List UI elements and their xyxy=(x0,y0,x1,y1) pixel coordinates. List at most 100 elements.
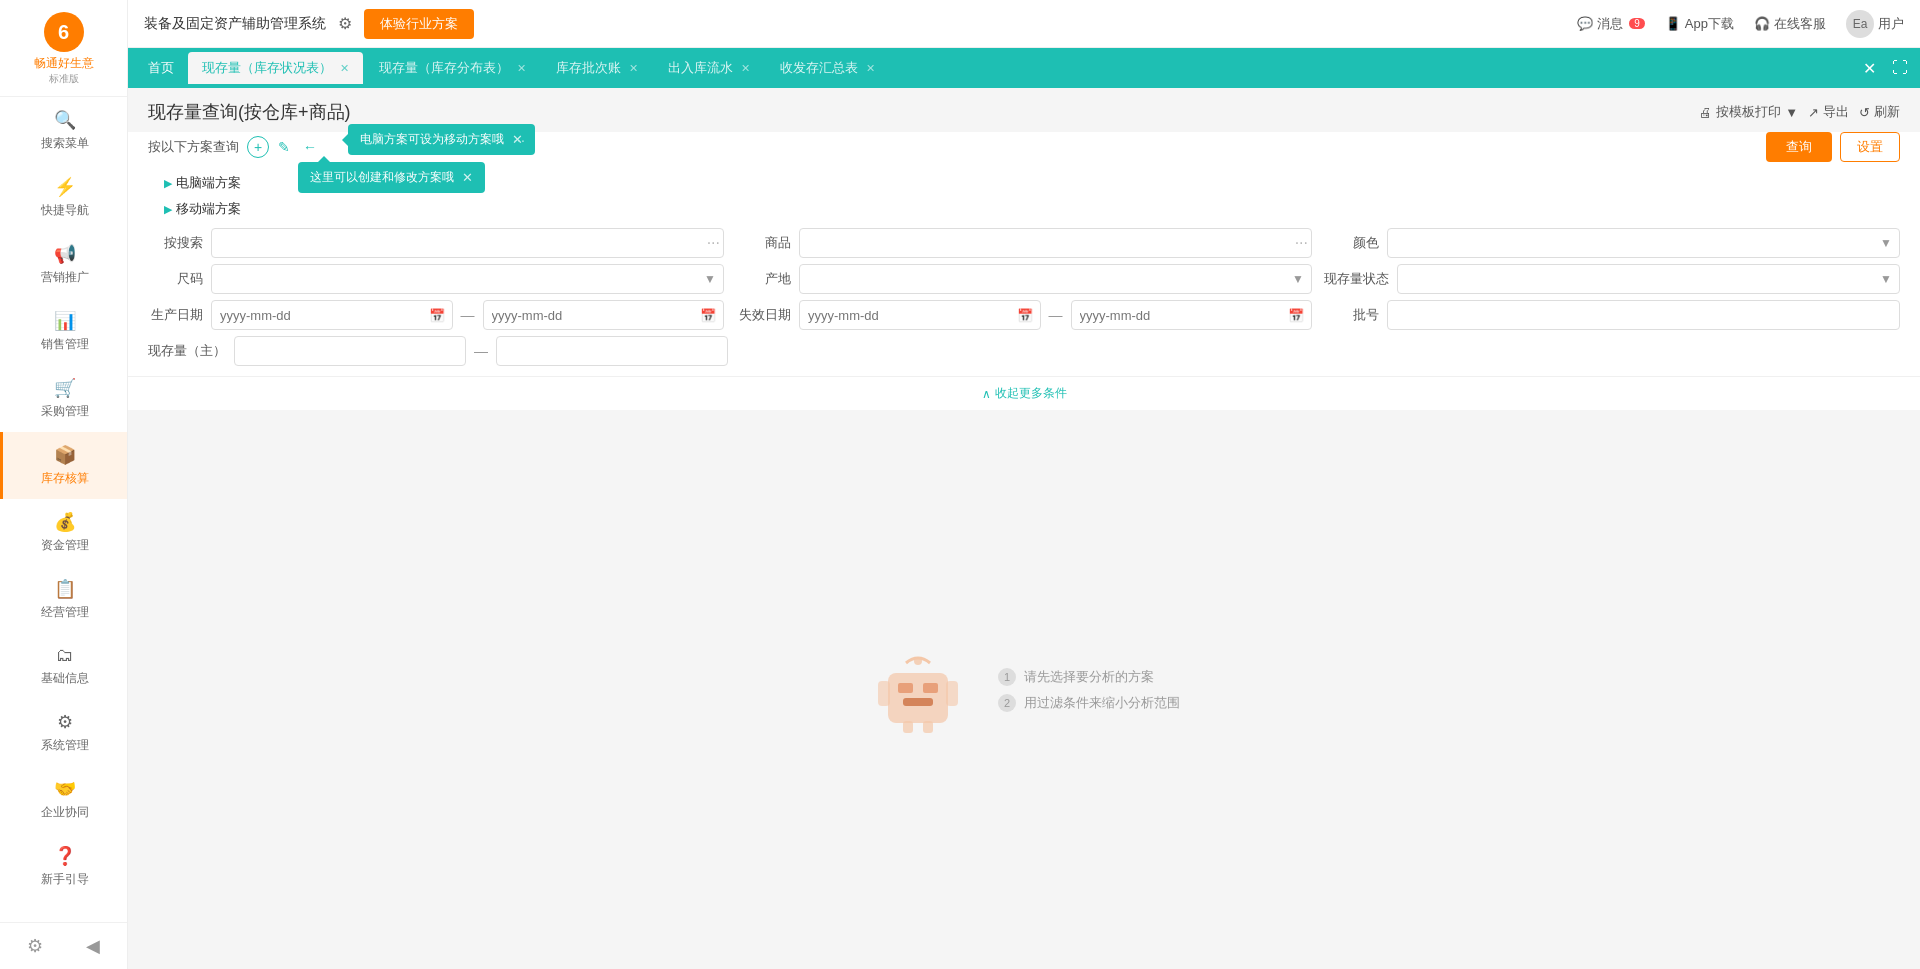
empty-content: 1 请先选择要分析的方案 2 用过滤条件来缩小分析范围 xyxy=(868,643,1180,737)
empty-num-2: 2 xyxy=(998,694,1016,712)
prod-date-start-calendar-icon[interactable]: 📅 xyxy=(429,308,445,323)
stock-status-select-wrap: ▼ xyxy=(1397,264,1900,294)
app-download-label: App下载 xyxy=(1685,15,1734,33)
inventory-icon: 📦 xyxy=(54,444,76,466)
back-scheme-button[interactable]: ← xyxy=(299,136,321,158)
sidebar-item-label: 经营管理 xyxy=(41,604,89,621)
industry-plan-button[interactable]: 体验行业方案 xyxy=(364,9,474,39)
print-icon: 🖨 xyxy=(1699,105,1712,120)
svg-rect-5 xyxy=(946,681,958,706)
collapse-bar[interactable]: ∧ 收起更多条件 xyxy=(128,376,1920,410)
sidebar-item-basic-info[interactable]: 🗂 基础信息 xyxy=(0,633,127,699)
tab-fullscreen-icon[interactable]: ⛶ xyxy=(1888,59,1912,78)
tooltip-create-text: 这里可以创建和修改方案哦 xyxy=(310,169,454,186)
sidebar-item-purchase[interactable]: 🛒 采购管理 xyxy=(0,365,127,432)
prod-date-start-wrap: 📅 xyxy=(211,300,453,330)
tab-flow[interactable]: 出入库流水 ✕ xyxy=(654,52,764,84)
tab-close-icon[interactable]: ✕ xyxy=(517,62,526,75)
collapse-label: 收起更多条件 xyxy=(995,385,1067,402)
sidebar-item-label: 库存核算 xyxy=(41,470,89,487)
expiry-date-start-input[interactable] xyxy=(799,300,1041,330)
app-download-item[interactable]: 📱 App下载 xyxy=(1665,15,1734,33)
sidebar-item-marketing[interactable]: 📢 营销推广 xyxy=(0,231,127,298)
tab-batch[interactable]: 库存批次账 ✕ xyxy=(542,52,652,84)
sidebar-item-sales[interactable]: 📊 销售管理 xyxy=(0,298,127,365)
reset-button[interactable]: 设置 xyxy=(1840,132,1900,162)
origin-select[interactable] xyxy=(799,264,1312,294)
filter-cell-stock-status: 现存量状态 ▼ xyxy=(1324,264,1900,294)
edit-scheme-button[interactable]: ✎ xyxy=(273,136,295,158)
stock-main-input-end[interactable] xyxy=(496,336,728,366)
tab-home[interactable]: 首页 xyxy=(136,59,186,77)
origin-select-wrap: ▼ xyxy=(799,264,1312,294)
warehouse-input[interactable] xyxy=(211,228,724,258)
search-button[interactable]: 查询 xyxy=(1766,132,1832,162)
sidebar-item-system[interactable]: ⚙ 系统管理 xyxy=(0,699,127,766)
stock-main-input[interactable] xyxy=(234,336,466,366)
filter-icon-group: + ✎ ← xyxy=(247,136,321,158)
sidebar-item-guide[interactable]: ❓ 新手引导 xyxy=(0,833,127,900)
page-title: 现存量查询(按仓库+商品) xyxy=(148,100,351,124)
scheme-item-mobile[interactable]: ▶ 移动端方案 xyxy=(156,196,1900,222)
tab-close-icon[interactable]: ✕ xyxy=(629,62,638,75)
sidebar-item-enterprise[interactable]: 🤝 企业协同 xyxy=(0,766,127,833)
prod-date-end-calendar-icon[interactable]: 📅 xyxy=(700,308,716,323)
page-actions: 🖨 按模板打印 ▼ ↗ 导出 ↺ 刷新 xyxy=(1699,103,1900,121)
search-menu-icon: 🔍 xyxy=(54,109,76,131)
scheme-arrow-icon: ▶ xyxy=(164,203,172,216)
online-service-item[interactable]: 🎧 在线客服 xyxy=(1754,15,1826,33)
expiry-date-dash: — xyxy=(1049,307,1063,323)
expiry-date-end-calendar-icon[interactable]: 📅 xyxy=(1288,308,1304,323)
refresh-button[interactable]: ↺ 刷新 xyxy=(1859,103,1900,121)
sidebar-item-search-menu[interactable]: 🔍 搜索菜单 xyxy=(0,97,127,164)
filter-header: 按以下方案查询 + ✎ ← 电脑方案可设为移动方案哦 ✕ ··· 这里可以创建和… xyxy=(148,132,1900,162)
sidebar-item-finance[interactable]: 💰 资金管理 xyxy=(0,499,127,566)
header-left: 装备及固定资产辅助管理系统 ⚙ 体验行业方案 xyxy=(144,9,474,39)
sidebar: 6 畅通好生意 标准版 🔍 搜索菜单 ⚡ 快捷导航 📢 营销推广 📊 销售管理 … xyxy=(0,0,128,969)
sidebar-item-operations[interactable]: 📋 经营管理 xyxy=(0,566,127,633)
sidebar-collapse-btn[interactable]: ◀ xyxy=(86,935,100,957)
color-select[interactable] xyxy=(1387,228,1900,258)
tabs-right-actions: ✕ ⛶ xyxy=(1859,59,1912,78)
tooltip-scheme-text: 电脑方案可设为移动方案哦 xyxy=(360,131,504,148)
system-title: 装备及固定资产辅助管理系统 xyxy=(144,15,326,33)
headset-icon: 🎧 xyxy=(1754,16,1770,31)
expiry-date-start-calendar-icon[interactable]: 📅 xyxy=(1017,308,1033,323)
filter-cell-prod-date: 生产日期 📅 — 📅 xyxy=(148,300,724,330)
system-settings-icon[interactable]: ⚙ xyxy=(338,14,352,33)
user-area[interactable]: Ea 用户 xyxy=(1846,10,1904,38)
expiry-date-end-input[interactable] xyxy=(1071,300,1313,330)
tab-close-icon[interactable]: ✕ xyxy=(866,62,875,75)
size-select[interactable] xyxy=(211,264,724,294)
logo-area: 6 畅通好生意 标准版 xyxy=(0,0,127,97)
tab-close-icon[interactable]: ✕ xyxy=(741,62,750,75)
tab-inventory-status[interactable]: 现存量（库存状况表） ✕ xyxy=(188,52,363,84)
batch-input[interactable] xyxy=(1387,300,1900,330)
print-button[interactable]: 🖨 按模板打印 ▼ xyxy=(1699,103,1798,121)
prod-date-end-input[interactable] xyxy=(483,300,725,330)
sidebar-item-inventory[interactable]: 📦 库存核算 xyxy=(0,432,127,499)
size-label: 尺码 xyxy=(148,270,203,288)
basic-info-icon: 🗂 xyxy=(56,645,74,666)
filter-cell-batch: 批号 xyxy=(1324,300,1900,330)
export-button[interactable]: ↗ 导出 xyxy=(1808,103,1849,121)
message-item[interactable]: 💬 消息 9 xyxy=(1577,15,1645,33)
top-header: 装备及固定资产辅助管理系统 ⚙ 体验行业方案 💬 消息 9 📱 App下载 🎧 … xyxy=(128,0,1920,48)
sidebar-settings-btn[interactable]: ⚙ xyxy=(27,935,43,957)
tooltip-create: 这里可以创建和修改方案哦 ✕ xyxy=(298,162,485,193)
tab-inventory-dist[interactable]: 现存量（库存分布表） ✕ xyxy=(365,52,540,84)
prod-date-start-input[interactable] xyxy=(211,300,453,330)
stock-status-select[interactable] xyxy=(1397,264,1900,294)
tab-close-all-icon[interactable]: ✕ xyxy=(1859,59,1880,78)
scheme-mobile-label: 移动端方案 xyxy=(176,200,241,218)
sidebar-item-quick-nav[interactable]: ⚡ 快捷导航 xyxy=(0,164,127,231)
message-icon: 💬 xyxy=(1577,16,1593,31)
tab-close-icon[interactable]: ✕ xyxy=(340,62,349,75)
header-right: 💬 消息 9 📱 App下载 🎧 在线客服 Ea 用户 xyxy=(1577,10,1904,38)
add-scheme-button[interactable]: + xyxy=(247,136,269,158)
marketing-icon: 📢 xyxy=(54,243,76,265)
enterprise-icon: 🤝 xyxy=(54,778,76,800)
goods-input[interactable] xyxy=(799,228,1312,258)
tooltip-create-close[interactable]: ✕ xyxy=(462,170,473,185)
tab-summary[interactable]: 收发存汇总表 ✕ xyxy=(766,52,889,84)
